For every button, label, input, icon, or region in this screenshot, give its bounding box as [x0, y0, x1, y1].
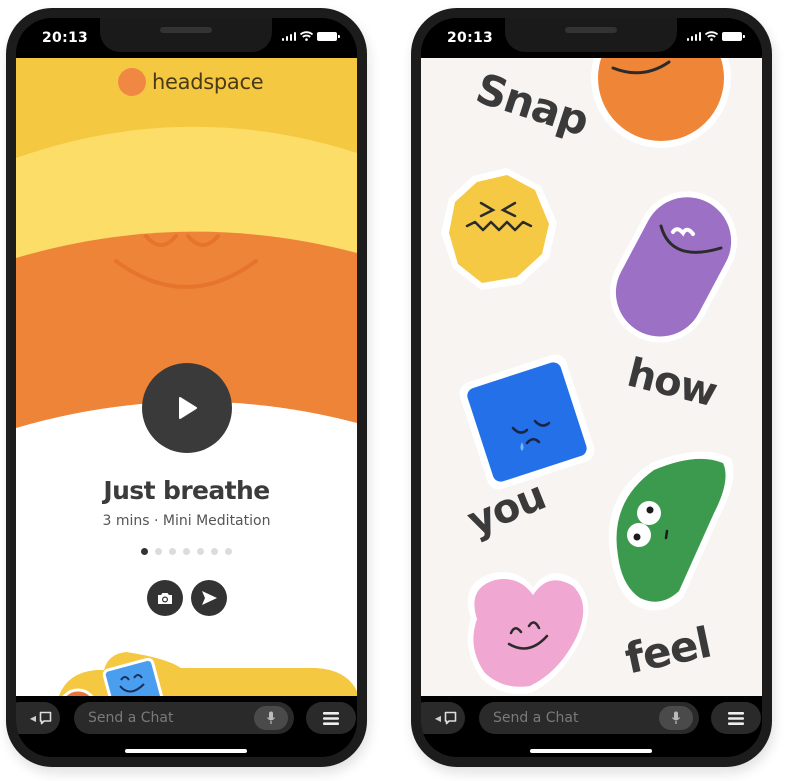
page-dot[interactable]	[155, 548, 162, 555]
send-icon	[201, 591, 217, 605]
meditation-title: Just breathe	[103, 476, 270, 505]
chat-placeholder: Send a Chat	[493, 710, 579, 726]
chat-back-button[interactable]: ◀	[421, 702, 465, 734]
mic-button[interactable]	[254, 706, 288, 730]
sticker-content: Snap how you feel	[421, 58, 762, 696]
speaker	[565, 27, 617, 33]
camera-icon	[157, 592, 172, 604]
green-leaf-sticker	[608, 451, 734, 611]
camera-button[interactable]	[146, 580, 183, 616]
chat-icon	[39, 711, 52, 725]
speaker	[160, 27, 212, 33]
page-indicator[interactable]	[16, 548, 357, 555]
status-bar: 20:13	[421, 18, 762, 58]
headspace-content: headspace Just breathe 3 mins · Mini Med…	[16, 58, 357, 696]
home-indicator[interactable]	[125, 749, 247, 753]
status-icons	[281, 31, 340, 41]
play-button[interactable]	[142, 363, 232, 453]
back-arrow-icon: ◀	[434, 713, 441, 723]
page-dot[interactable]	[197, 548, 204, 555]
page-dot[interactable]	[169, 548, 176, 555]
logo-dot-icon	[118, 68, 146, 96]
wifi-icon	[300, 31, 313, 41]
battery-icon	[722, 31, 745, 41]
chat-placeholder: Send a Chat	[88, 710, 174, 726]
battery-icon	[317, 31, 340, 41]
chat-input[interactable]: Send a Chat	[74, 702, 294, 734]
menu-button[interactable]	[711, 702, 761, 734]
status-icons	[686, 31, 745, 41]
chat-input[interactable]: Send a Chat	[479, 702, 699, 734]
status-time: 20:13	[42, 30, 89, 46]
headspace-logo: headspace	[118, 68, 264, 96]
status-bar: 20:13	[16, 18, 357, 58]
brand-name: headspace	[152, 70, 264, 94]
mic-icon	[267, 711, 275, 724]
phone-right: 20:13 Snap how you feel ◀ Send a Chat	[411, 8, 772, 767]
chat-icon	[444, 711, 457, 725]
play-icon	[179, 397, 197, 419]
notch	[100, 18, 272, 52]
phone-screen: 20:13	[421, 18, 762, 757]
menu-button[interactable]	[306, 702, 356, 734]
notch	[505, 18, 677, 52]
menu-icon	[728, 711, 744, 725]
signal-icon	[686, 31, 701, 41]
yellow-octagon-sticker	[441, 168, 557, 290]
page-dot[interactable]	[211, 548, 218, 555]
menu-icon	[323, 711, 339, 725]
mic-button[interactable]	[659, 706, 693, 730]
status-time: 20:13	[447, 30, 494, 46]
signal-icon	[281, 31, 296, 41]
orange-circle-sticker	[591, 58, 731, 148]
page-dot[interactable]	[141, 548, 148, 555]
pink-heart-sticker	[467, 572, 589, 694]
meditation-subtitle: 3 mins · Mini Meditation	[102, 513, 271, 529]
send-button[interactable]	[190, 580, 227, 616]
mic-icon	[672, 711, 680, 724]
wifi-icon	[705, 31, 718, 41]
page-dot[interactable]	[225, 548, 232, 555]
chat-bar: ◀ Send a Chat	[16, 696, 357, 757]
phone-screen: 20:13	[16, 18, 357, 757]
chat-back-button[interactable]: ◀	[16, 702, 60, 734]
page-dot[interactable]	[183, 548, 190, 555]
chat-bar: ◀ Send a Chat	[421, 696, 762, 757]
action-row	[16, 580, 357, 616]
blue-square-sticker	[459, 354, 595, 490]
phone-left: 20:13 headspace Just breathe 3 mins · Mi…	[6, 8, 367, 767]
purple-pill-sticker	[609, 191, 738, 343]
back-arrow-icon: ◀	[29, 713, 36, 723]
home-indicator[interactable]	[530, 749, 652, 753]
